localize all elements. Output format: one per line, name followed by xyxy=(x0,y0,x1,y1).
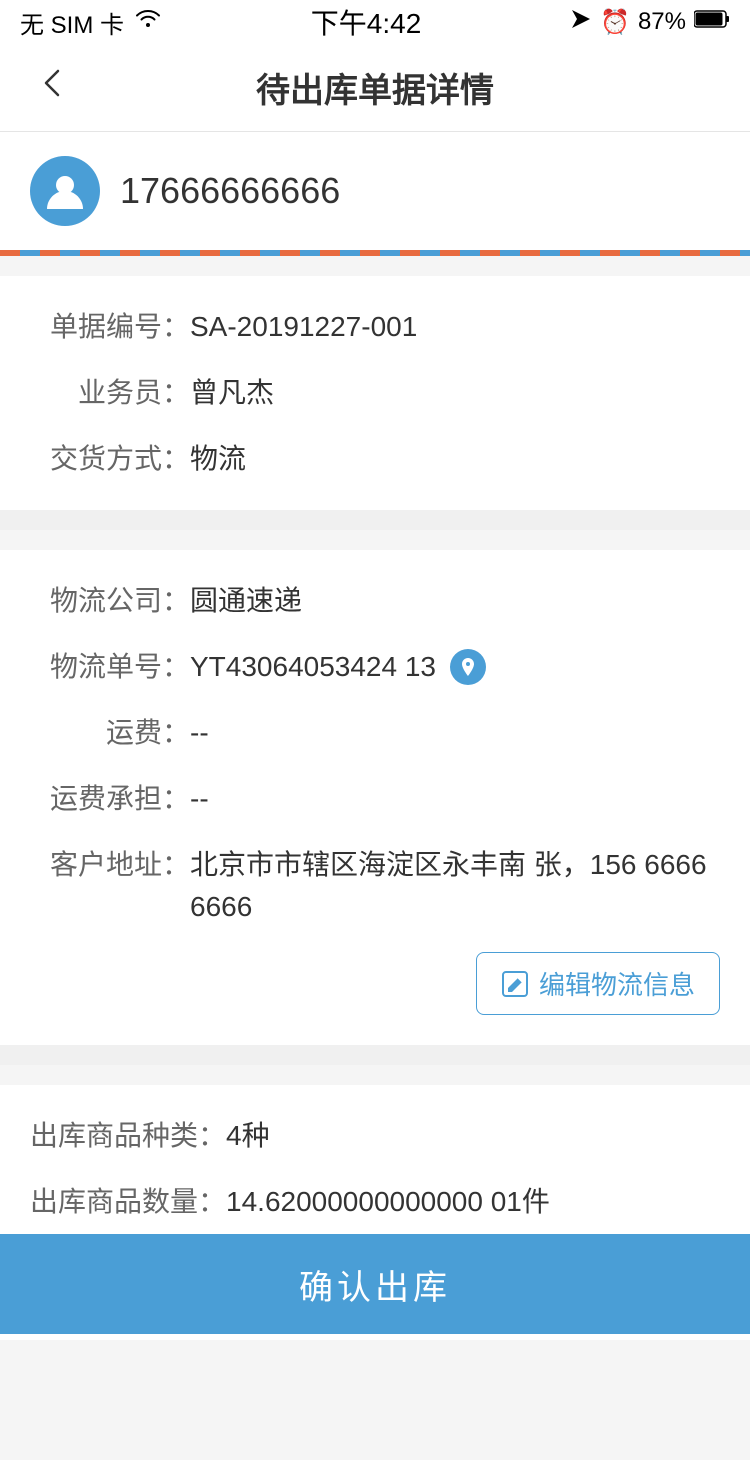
customer-phone: 17666666666 xyxy=(120,170,340,212)
doc-number-label: 单据编号： xyxy=(30,306,190,348)
delivery-label: 交货方式： xyxy=(30,438,190,480)
confirm-outbound-button[interactable]: 确认出库 xyxy=(299,1260,451,1309)
battery-icon xyxy=(694,8,730,36)
delivery-value: 物流 xyxy=(190,438,720,480)
edit-btn-row: 编辑物流信息 xyxy=(30,952,720,1015)
outbound-quantity-value: 14.62000000000000 01件 xyxy=(226,1181,720,1223)
address-value: 北京市市辖区海淀区永丰南 张，156 6666 6666 xyxy=(190,844,720,928)
tracking-number-row: 物流单号： YT43064053424 13 xyxy=(30,646,720,688)
location-active-icon xyxy=(570,8,592,37)
dashed-separator xyxy=(0,250,750,256)
tracking-number-text: YT43064053424 13 xyxy=(190,646,436,688)
freight-bear-row: 运费承担： -- xyxy=(30,778,720,820)
doc-number-row: 单据编号： SA-20191227-001 xyxy=(30,306,720,348)
freight-label: 运费： xyxy=(30,712,190,754)
outbound-type-value: 4种 xyxy=(226,1115,720,1157)
back-button[interactable] xyxy=(30,51,78,124)
address-label: 客户地址： xyxy=(30,844,190,886)
status-bar: 无 SIM 卡 下午4:42 ⏰ 87% xyxy=(0,0,750,44)
nav-bar: 待出库单据详情 xyxy=(0,44,750,132)
avatar xyxy=(30,156,100,226)
edit-logistics-button[interactable]: 编辑物流信息 xyxy=(476,952,720,1015)
customer-card: 17666666666 xyxy=(0,132,750,250)
freight-bear-value: -- xyxy=(190,778,720,820)
logistics-company-row: 物流公司： 圆通速递 xyxy=(30,580,720,622)
gap-line-2 xyxy=(0,1045,750,1065)
outbound-type-row: 出库商品种类： 4种 xyxy=(30,1115,720,1157)
bottom-spacer xyxy=(0,1340,750,1460)
battery-text: 87% xyxy=(638,8,686,36)
sales-person-label: 业务员： xyxy=(30,372,190,414)
alarm-icon: ⏰ xyxy=(600,8,630,37)
page-title: 待出库单据详情 xyxy=(256,63,494,112)
doc-number-value: SA-20191227-001 xyxy=(190,306,720,348)
basic-info-section: 单据编号： SA-20191227-001 业务员： 曾凡杰 交货方式： 物流 xyxy=(0,276,750,510)
outbound-quantity-row: 出库商品数量： 14.62000000000000 01件 xyxy=(30,1181,720,1223)
logistics-company-value: 圆通速递 xyxy=(190,580,720,622)
freight-bear-label: 运费承担： xyxy=(30,778,190,820)
location-icon[interactable] xyxy=(450,649,486,685)
freight-row: 运费： -- xyxy=(30,712,720,754)
bottom-confirm-area: 确认出库 xyxy=(0,1234,750,1334)
tracking-value: YT43064053424 13 xyxy=(190,646,486,688)
status-bar-time: 下午4:42 xyxy=(311,2,422,42)
freight-value: -- xyxy=(190,712,720,754)
status-bar-right: ⏰ 87% xyxy=(570,8,730,37)
sales-person-row: 业务员： 曾凡杰 xyxy=(30,372,720,414)
delivery-row: 交货方式： 物流 xyxy=(30,438,720,480)
wifi-icon xyxy=(134,8,162,36)
address-row: 客户地址： 北京市市辖区海淀区永丰南 张，156 6666 6666 xyxy=(30,844,720,928)
gap-line-1 xyxy=(0,510,750,530)
outbound-type-label: 出库商品种类： xyxy=(30,1115,226,1157)
status-bar-left: 无 SIM 卡 xyxy=(20,5,162,40)
tracking-number-label: 物流单号： xyxy=(30,646,190,688)
logistics-company-label: 物流公司： xyxy=(30,580,190,622)
sales-person-value: 曾凡杰 xyxy=(190,372,720,414)
outbound-quantity-label: 出库商品数量： xyxy=(30,1181,226,1223)
edit-btn-label: 编辑物流信息 xyxy=(539,965,695,1002)
sim-status: 无 SIM 卡 xyxy=(20,5,124,40)
logistics-section: 物流公司： 圆通速递 物流单号： YT43064053424 13 运费： --… xyxy=(0,550,750,1045)
